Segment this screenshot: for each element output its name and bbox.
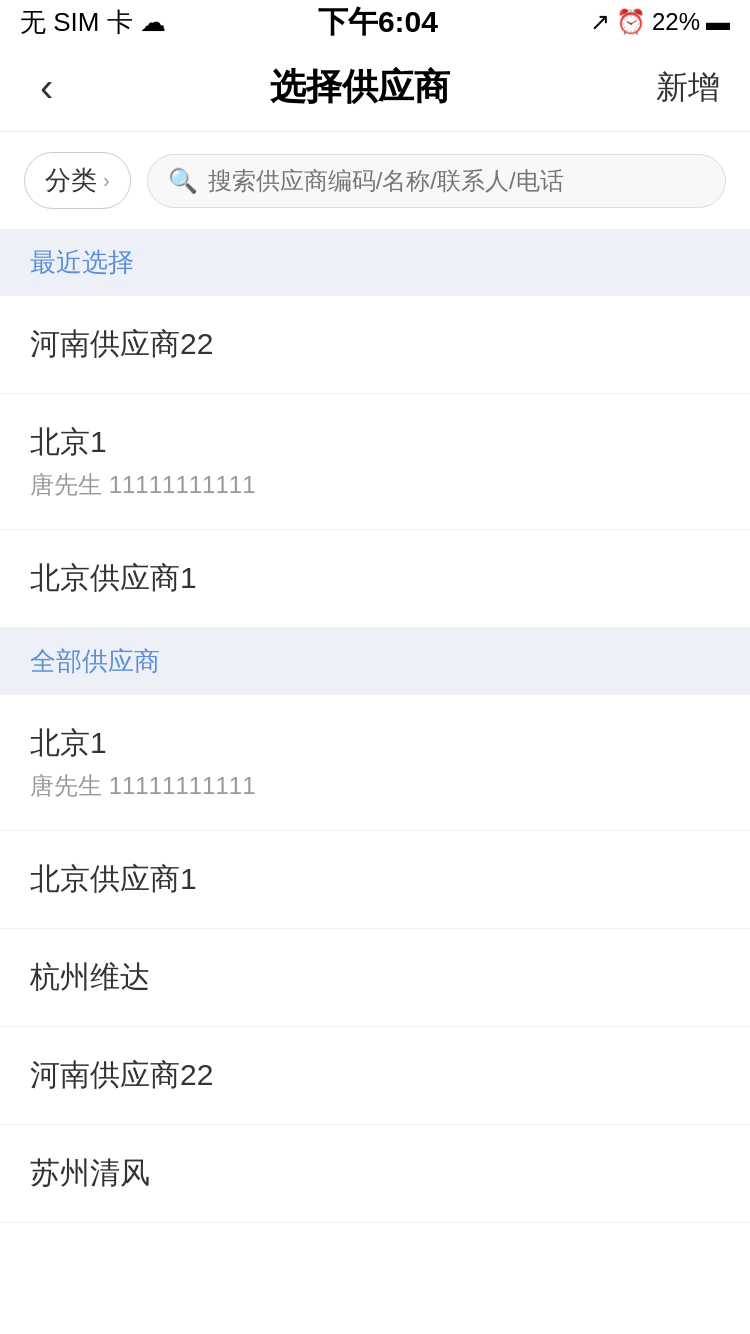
- item-sub: 唐先生 11111111111: [30, 469, 720, 501]
- list-item[interactable]: 北京供应商1: [0, 530, 750, 628]
- item-name: 北京1: [30, 723, 720, 764]
- item-name: 杭州维达: [30, 957, 720, 998]
- page-title: 选择供应商: [270, 63, 450, 112]
- category-label: 分类: [45, 163, 97, 198]
- item-name: 河南供应商22: [30, 324, 720, 365]
- status-left: 无 SIM 卡 ☁: [20, 5, 166, 40]
- list-item[interactable]: 苏州清风: [0, 1125, 750, 1223]
- battery-text: 22%: [652, 8, 700, 36]
- back-button[interactable]: ‹: [30, 55, 63, 120]
- list-item[interactable]: 北京1 唐先生 11111111111: [0, 394, 750, 530]
- list-item[interactable]: 河南供应商22: [0, 296, 750, 394]
- item-name: 苏州清风: [30, 1153, 720, 1194]
- chevron-right-icon: ›: [103, 169, 110, 192]
- item-sub: 唐先生 11111111111: [30, 770, 720, 802]
- all-section-header: 全部供应商: [0, 628, 750, 695]
- recent-list: 河南供应商22 北京1 唐先生 11111111111 北京供应商1: [0, 296, 750, 628]
- all-list: 北京1 唐先生 11111111111 北京供应商1 杭州维达河南供应商22 苏州清风: [0, 695, 750, 1223]
- filter-row: 分类 › 🔍: [0, 132, 750, 229]
- add-button[interactable]: 新增: [656, 66, 720, 110]
- search-icon: 🔍: [168, 167, 198, 195]
- alarm-icon: ⏰: [616, 8, 646, 36]
- list-item[interactable]: 杭州维达: [0, 929, 750, 1027]
- nav-bar: ‹ 选择供应商 新增: [0, 44, 750, 132]
- item-name: 北京供应商1: [30, 859, 720, 900]
- list-item[interactable]: 北京供应商1: [0, 831, 750, 929]
- item-name: 北京1: [30, 422, 720, 463]
- status-time: 下午6:04: [318, 2, 438, 43]
- search-input[interactable]: [208, 167, 705, 195]
- status-right: ↗ ⏰ 22% ▬: [590, 8, 730, 36]
- status-bar: 无 SIM 卡 ☁ 下午6:04 ↗ ⏰ 22% ▬: [0, 0, 750, 44]
- list-item[interactable]: 北京1 唐先生 11111111111: [0, 695, 750, 831]
- item-name: 北京供应商1: [30, 558, 720, 599]
- location-icon: ↗: [590, 8, 610, 36]
- battery-icon: ▬: [706, 8, 730, 36]
- search-box[interactable]: 🔍: [147, 154, 726, 208]
- recent-section-header: 最近选择: [0, 229, 750, 296]
- item-name: 河南供应商22: [30, 1055, 720, 1096]
- category-filter[interactable]: 分类 ›: [24, 152, 131, 209]
- list-item[interactable]: 河南供应商22: [0, 1027, 750, 1125]
